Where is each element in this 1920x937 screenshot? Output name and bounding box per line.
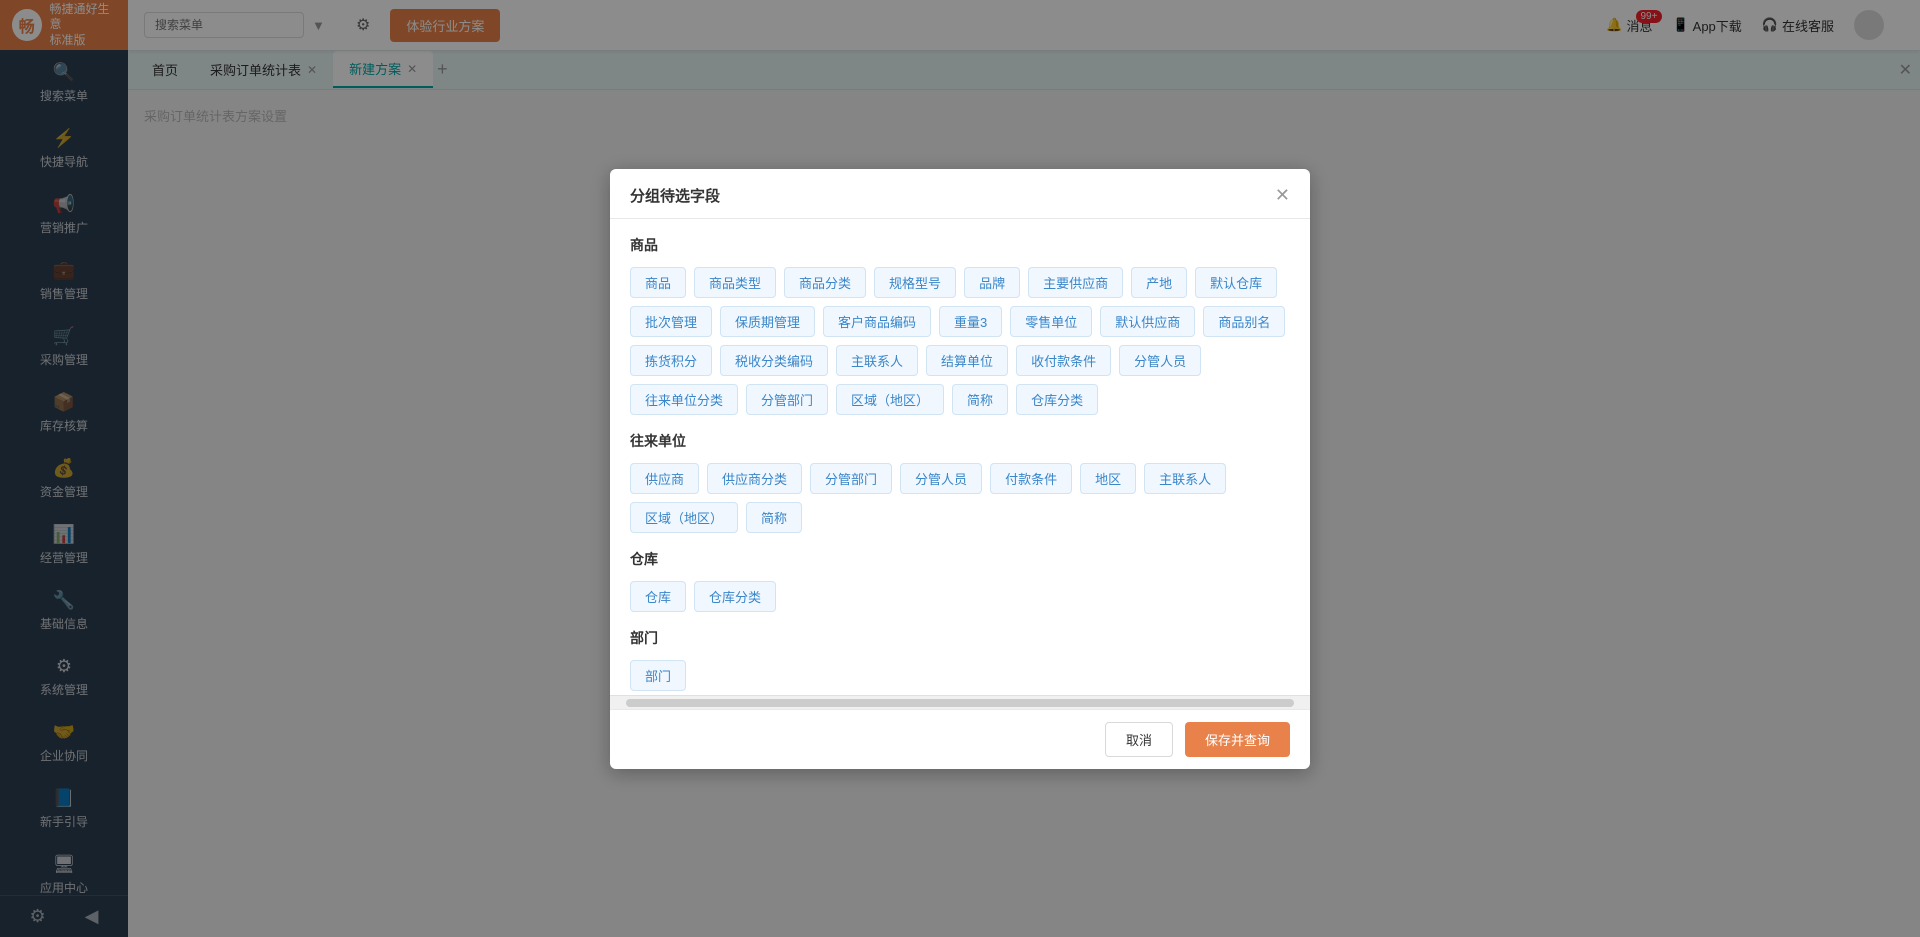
field-group-partners: 供应商供应商分类分管部门分管人员付款条件地区主联系人区域（地区） 简称: [630, 463, 1290, 533]
field-tag-分管部门[interactable]: 分管部门: [810, 463, 892, 494]
field-tag-仓库分类[interactable]: 仓库分类: [694, 581, 776, 612]
field-tag-规格型号[interactable]: 规格型号: [874, 267, 956, 298]
field-tag-仓库分类[interactable]: 仓库分类: [1016, 384, 1098, 415]
field-group-department: 部门: [630, 660, 1290, 691]
field-tag-分管部门[interactable]: 分管部门: [746, 384, 828, 415]
field-tag-分管人员[interactable]: 分管人员: [900, 463, 982, 494]
field-tag-仓库[interactable]: 仓库: [630, 581, 686, 612]
field-tag-往来单位分类[interactable]: 往来单位分类: [630, 384, 738, 415]
field-tag-区域（地区）[interactable]: 区域（地区）: [630, 502, 738, 533]
field-tag-保质期管理[interactable]: 保质期管理: [720, 306, 815, 337]
field-tag-商品类型[interactable]: 商品类型: [694, 267, 776, 298]
field-tag-品牌[interactable]: 品牌: [964, 267, 1020, 298]
field-tag-默认供应商[interactable]: 默认供应商: [1100, 306, 1195, 337]
field-tag-部门[interactable]: 部门: [630, 660, 686, 691]
field-tag-收付款条件[interactable]: 收付款条件: [1016, 345, 1111, 376]
field-tag-供应商[interactable]: 供应商: [630, 463, 699, 494]
field-tag-供应商分类[interactable]: 供应商分类: [707, 463, 802, 494]
field-tag-客户商品编码[interactable]: 客户商品编码: [823, 306, 931, 337]
section-title-department: 部门: [630, 628, 1290, 648]
section-title-products: 商品: [630, 235, 1290, 255]
dialog-title: 分组待选字段: [630, 185, 720, 206]
field-tag-产地[interactable]: 产地: [1131, 267, 1187, 298]
section-title-warehouse: 仓库: [630, 549, 1290, 569]
field-tag-区域（地区）[interactable]: 区域（地区）: [836, 384, 944, 415]
field-group-warehouse: 仓库仓库分类: [630, 581, 1290, 612]
dialog-header: 分组待选字段 ✕: [610, 169, 1310, 219]
field-tag-分管人员[interactable]: 分管人员: [1119, 345, 1201, 376]
field-tag-拣货积分[interactable]: 拣货积分: [630, 345, 712, 376]
field-tag-简称[interactable]: 简称: [746, 502, 802, 533]
field-tag-付款条件[interactable]: 付款条件: [990, 463, 1072, 494]
field-tag-批次管理[interactable]: 批次管理: [630, 306, 712, 337]
section-title-partners: 往来单位: [630, 431, 1290, 451]
field-tag-主要供应商[interactable]: 主要供应商: [1028, 267, 1123, 298]
field-tag-简称[interactable]: 简称: [952, 384, 1008, 415]
dialog-body: 商品商品商品类型商品分类规格型号品牌主要供应商产地默认仓库批次管理保质期管理客户…: [610, 219, 1310, 695]
field-group-products: 商品商品类型商品分类规格型号品牌主要供应商产地默认仓库批次管理保质期管理客户商品…: [630, 267, 1290, 415]
dialog-footer: 取消 保存并查询: [610, 709, 1310, 769]
field-tag-商品分类[interactable]: 商品分类: [784, 267, 866, 298]
field-tag-税收分类编码[interactable]: 税收分类编码: [720, 345, 828, 376]
field-tag-结算单位[interactable]: 结算单位: [926, 345, 1008, 376]
dialog-close-icon[interactable]: ✕: [1275, 186, 1290, 204]
scrollbar-thumb: [626, 699, 1294, 707]
confirm-button[interactable]: 保存并查询: [1185, 722, 1290, 757]
field-tag-商品[interactable]: 商品: [630, 267, 686, 298]
field-tag-商品别名[interactable]: 商品别名: [1203, 306, 1285, 337]
field-tag-地区[interactable]: 地区: [1080, 463, 1136, 494]
field-tag-零售单位[interactable]: 零售单位: [1010, 306, 1092, 337]
dialog-scrollbar: [610, 695, 1310, 709]
cancel-button[interactable]: 取消: [1105, 722, 1173, 757]
dialog-overlay: 分组待选字段 ✕ 商品商品商品类型商品分类规格型号品牌主要供应商产地默认仓库批次…: [0, 0, 1920, 937]
field-select-dialog: 分组待选字段 ✕ 商品商品商品类型商品分类规格型号品牌主要供应商产地默认仓库批次…: [610, 169, 1310, 769]
field-tag-主联系人[interactable]: 主联系人: [836, 345, 918, 376]
field-tag-默认仓库[interactable]: 默认仓库: [1195, 267, 1277, 298]
field-tag-主联系人[interactable]: 主联系人: [1144, 463, 1226, 494]
field-tag-重量3[interactable]: 重量3: [939, 306, 1002, 337]
